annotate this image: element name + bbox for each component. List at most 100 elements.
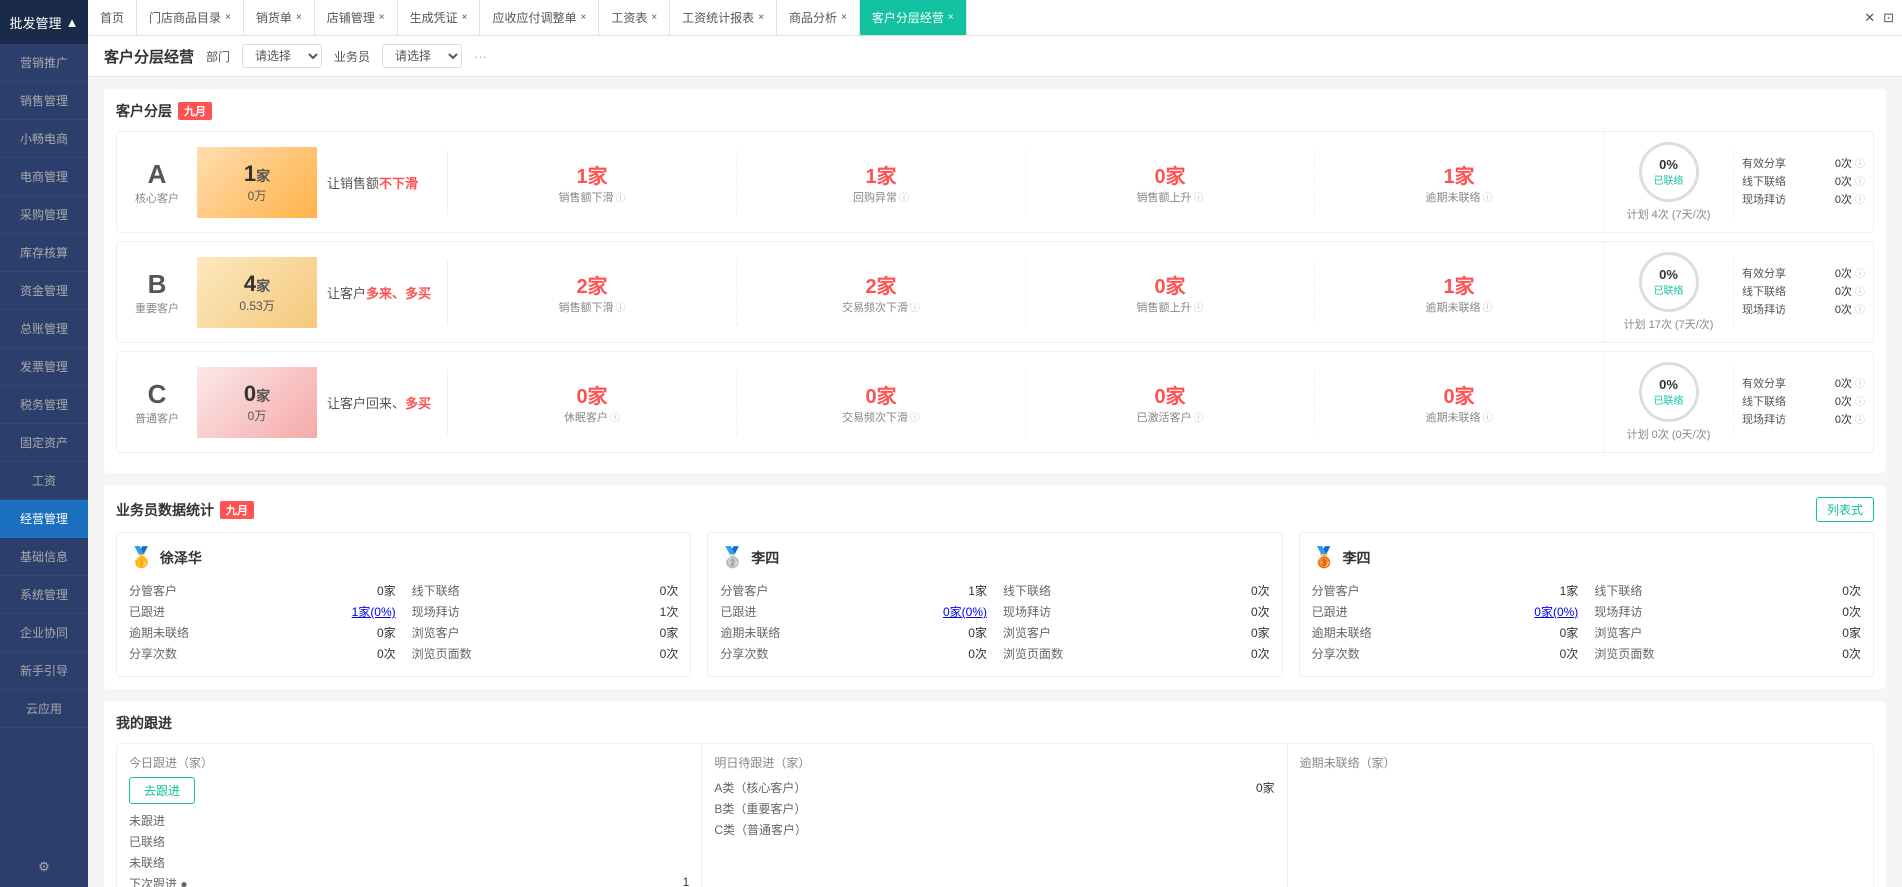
- sidebar-item-系统管理[interactable]: 系统管理: [0, 576, 88, 614]
- tab-close-icon[interactable]: ×: [462, 12, 468, 23]
- meta-row: 有效分享0次 ⓘ: [1742, 375, 1865, 391]
- biz-stat-row: 浏览客户0家: [1003, 622, 1270, 643]
- followup-row: 下次跟进 ●1: [129, 873, 689, 887]
- tab-客户分层经营[interactable]: 客户分层经营 ×: [860, 0, 967, 35]
- tab-工资统计报表[interactable]: 工资统计报表 ×: [670, 0, 777, 35]
- tab-close-icon[interactable]: ×: [841, 12, 847, 23]
- biz-card-header-2: 🥉李四: [1312, 545, 1861, 570]
- sidebar-toggle-icon[interactable]: ▲: [66, 15, 79, 30]
- restore-window-icon[interactable]: ⊡: [1883, 10, 1894, 26]
- followup-col-2: 逾期未联络（家）: [1288, 744, 1873, 887]
- sidebar-title: 批发管理: [10, 13, 62, 32]
- biz-stat-row: 现场拜访1次: [412, 601, 679, 622]
- sidebar-nav: 营销推广销售管理小畅电商电商管理采购管理库存核算资金管理总账管理发票管理税务管理…: [0, 44, 88, 728]
- followup-row: A类（核心客户）0家: [714, 777, 1274, 798]
- stat-item[interactable]: 0家已激活客户 ⓘ: [1026, 370, 1315, 435]
- followup-row: 未跟进: [129, 810, 689, 831]
- stat-item[interactable]: 0家销售额上升 ⓘ: [1026, 150, 1315, 215]
- meta-row: 有效分享0次 ⓘ: [1742, 265, 1865, 281]
- biz-stat-row: 分管客户1家: [1312, 580, 1579, 601]
- sidebar-item-云应用[interactable]: 云应用: [0, 690, 88, 728]
- tabbar: 首页门店商品目录 ×销货单 ×店铺管理 ×生成凭证 ×应收应付调整单 ×工资表 …: [88, 0, 1902, 36]
- biz-stat-link[interactable]: 0家(0%): [1534, 603, 1578, 620]
- biz-stat-link[interactable]: 0家(0%): [943, 603, 987, 620]
- stat-item[interactable]: 0家交易频次下滑 ⓘ: [737, 370, 1026, 435]
- sidebar-item-新手引导[interactable]: 新手引导: [0, 652, 88, 690]
- stat-item[interactable]: 1家回购异常 ⓘ: [737, 150, 1026, 215]
- tab-close-icon[interactable]: ×: [296, 12, 302, 23]
- tab-close-icon[interactable]: ×: [379, 12, 385, 23]
- stat-item[interactable]: 1家逾期未联络 ⓘ: [1315, 260, 1603, 325]
- stat-item[interactable]: 1家销售额下滑 ⓘ: [448, 150, 737, 215]
- followup-col-title-2: 逾期未联络（家）: [1300, 754, 1861, 771]
- tier-rows-container: A核心客户1家0万让销售额不下滑1家销售额下滑 ⓘ1家回购异常 ⓘ0家销售额上升…: [116, 131, 1874, 453]
- tab-close-icon[interactable]: ×: [758, 12, 764, 23]
- stat-item[interactable]: 0家休眠客户 ⓘ: [448, 370, 737, 435]
- biz-card-header-0: 🥇徐泽华: [129, 545, 678, 570]
- sidebar-item-基础信息[interactable]: 基础信息: [0, 538, 88, 576]
- sidebar-item-企业协同[interactable]: 企业协同: [0, 614, 88, 652]
- tier-count-B: 4家0.53万: [197, 257, 317, 328]
- biz-stat-row: 已跟进0家(0%): [1312, 601, 1579, 622]
- biz-stat-row: 线下联络0次: [1003, 580, 1270, 601]
- customer-month-badge: 九月: [178, 102, 212, 120]
- biz-stat-row: 线下联络0次: [412, 580, 679, 601]
- sidebar-item-库存核算[interactable]: 库存核算: [0, 234, 88, 272]
- sidebar-item-营销推广[interactable]: 营销推广: [0, 44, 88, 82]
- tab-门店商品目录[interactable]: 门店商品目录 ×: [137, 0, 244, 35]
- sidebar-item-固定资产[interactable]: 固定资产: [0, 424, 88, 462]
- sidebar-footer[interactable]: ⚙: [0, 847, 88, 887]
- biz-stat-row: 逾期未联络0家: [1312, 622, 1579, 643]
- main-area: 首页门店商品目录 ×销货单 ×店铺管理 ×生成凭证 ×应收应付调整单 ×工资表 …: [88, 0, 1902, 887]
- sidebar-item-税务管理[interactable]: 税务管理: [0, 386, 88, 424]
- biz-medal-2: 🥉: [1312, 545, 1337, 570]
- stat-item[interactable]: 0家销售额上升 ⓘ: [1026, 260, 1315, 325]
- sidebar-item-经营管理[interactable]: 经营管理: [0, 500, 88, 538]
- biz-section: 业务员数据统计 九月 列表式 🥇徐泽华分管客户0家已跟进1家(0%)逾期未联络0…: [104, 485, 1886, 689]
- sidebar-item-总账管理[interactable]: 总账管理: [0, 310, 88, 348]
- stat-item[interactable]: 2家销售额下滑 ⓘ: [448, 260, 737, 325]
- meta-row: 现场拜访0次 ⓘ: [1742, 301, 1865, 317]
- tab-生成凭证[interactable]: 生成凭证 ×: [398, 0, 481, 35]
- followup-section-title: 我的跟进: [116, 713, 1874, 733]
- sidebar-item-资金管理[interactable]: 资金管理: [0, 272, 88, 310]
- goto-followup-button[interactable]: 去跟进: [129, 777, 195, 804]
- tab-close-icon[interactable]: ×: [225, 12, 231, 23]
- sidebar-item-电商管理[interactable]: 电商管理: [0, 158, 88, 196]
- tab-店铺管理[interactable]: 店铺管理 ×: [315, 0, 398, 35]
- tab-close-icon[interactable]: ×: [651, 12, 657, 23]
- biz-stat-row: 浏览页面数0次: [1594, 643, 1861, 664]
- tab-close-icon[interactable]: ×: [948, 12, 954, 23]
- meta-row: 现场拜访0次 ⓘ: [1742, 411, 1865, 427]
- staff-select[interactable]: 请选择: [382, 44, 462, 68]
- followup-grid: 今日跟进（家）去跟进未跟进已联络未联络下次跟进 ●1明日待跟进（家）A类（核心客…: [116, 743, 1874, 887]
- sidebar-item-发票管理[interactable]: 发票管理: [0, 348, 88, 386]
- tab-工资表[interactable]: 工资表 ×: [599, 0, 670, 35]
- more-options-icon[interactable]: ···: [474, 49, 487, 64]
- tab-close-icon[interactable]: ×: [580, 12, 586, 23]
- tier-meta-B: 有效分享0次 ⓘ线下联络0次 ⓘ现场拜访0次 ⓘ: [1733, 257, 1873, 327]
- biz-stat-row: 分管客户1家: [720, 580, 987, 601]
- tier-contact-B: 0% 已联络 计划 17次 (7天/次): [1603, 242, 1733, 342]
- biz-stat-row: 浏览客户0家: [1594, 622, 1861, 643]
- sidebar-item-采购管理[interactable]: 采购管理: [0, 196, 88, 234]
- biz-stat-row: 现场拜访0次: [1003, 601, 1270, 622]
- stat-item[interactable]: 2家交易频次下滑 ⓘ: [737, 260, 1026, 325]
- list-view-button[interactable]: 列表式: [1816, 497, 1874, 522]
- close-window-icon[interactable]: ✕: [1864, 10, 1875, 26]
- sidebar-item-销售管理[interactable]: 销售管理: [0, 82, 88, 120]
- dept-select[interactable]: 请选择: [242, 44, 322, 68]
- stat-item[interactable]: 1家逾期未联络 ⓘ: [1315, 150, 1603, 215]
- tab-销货单[interactable]: 销货单 ×: [244, 0, 315, 35]
- biz-card-1: 🥈李四分管客户1家已跟进0家(0%)逾期未联络0家分享次数0次线下联络0次现场拜…: [707, 532, 1282, 677]
- biz-stat-link[interactable]: 1家(0%): [352, 603, 396, 620]
- customer-tier-section: 客户分层 九月 A核心客户1家0万让销售额不下滑1家销售额下滑 ⓘ1家回购异常 …: [104, 89, 1886, 473]
- settings-icon[interactable]: ⚙: [38, 859, 50, 874]
- tab-商品分析[interactable]: 商品分析 ×: [777, 0, 860, 35]
- tab-首页[interactable]: 首页: [88, 0, 137, 35]
- sidebar-item-小畅电商[interactable]: 小畅电商: [0, 120, 88, 158]
- stat-item[interactable]: 0家逾期未联络 ⓘ: [1315, 370, 1603, 435]
- page-title: 客户分层经营: [104, 46, 194, 67]
- sidebar-item-工资[interactable]: 工资: [0, 462, 88, 500]
- tab-应收应付调整单[interactable]: 应收应付调整单 ×: [480, 0, 599, 35]
